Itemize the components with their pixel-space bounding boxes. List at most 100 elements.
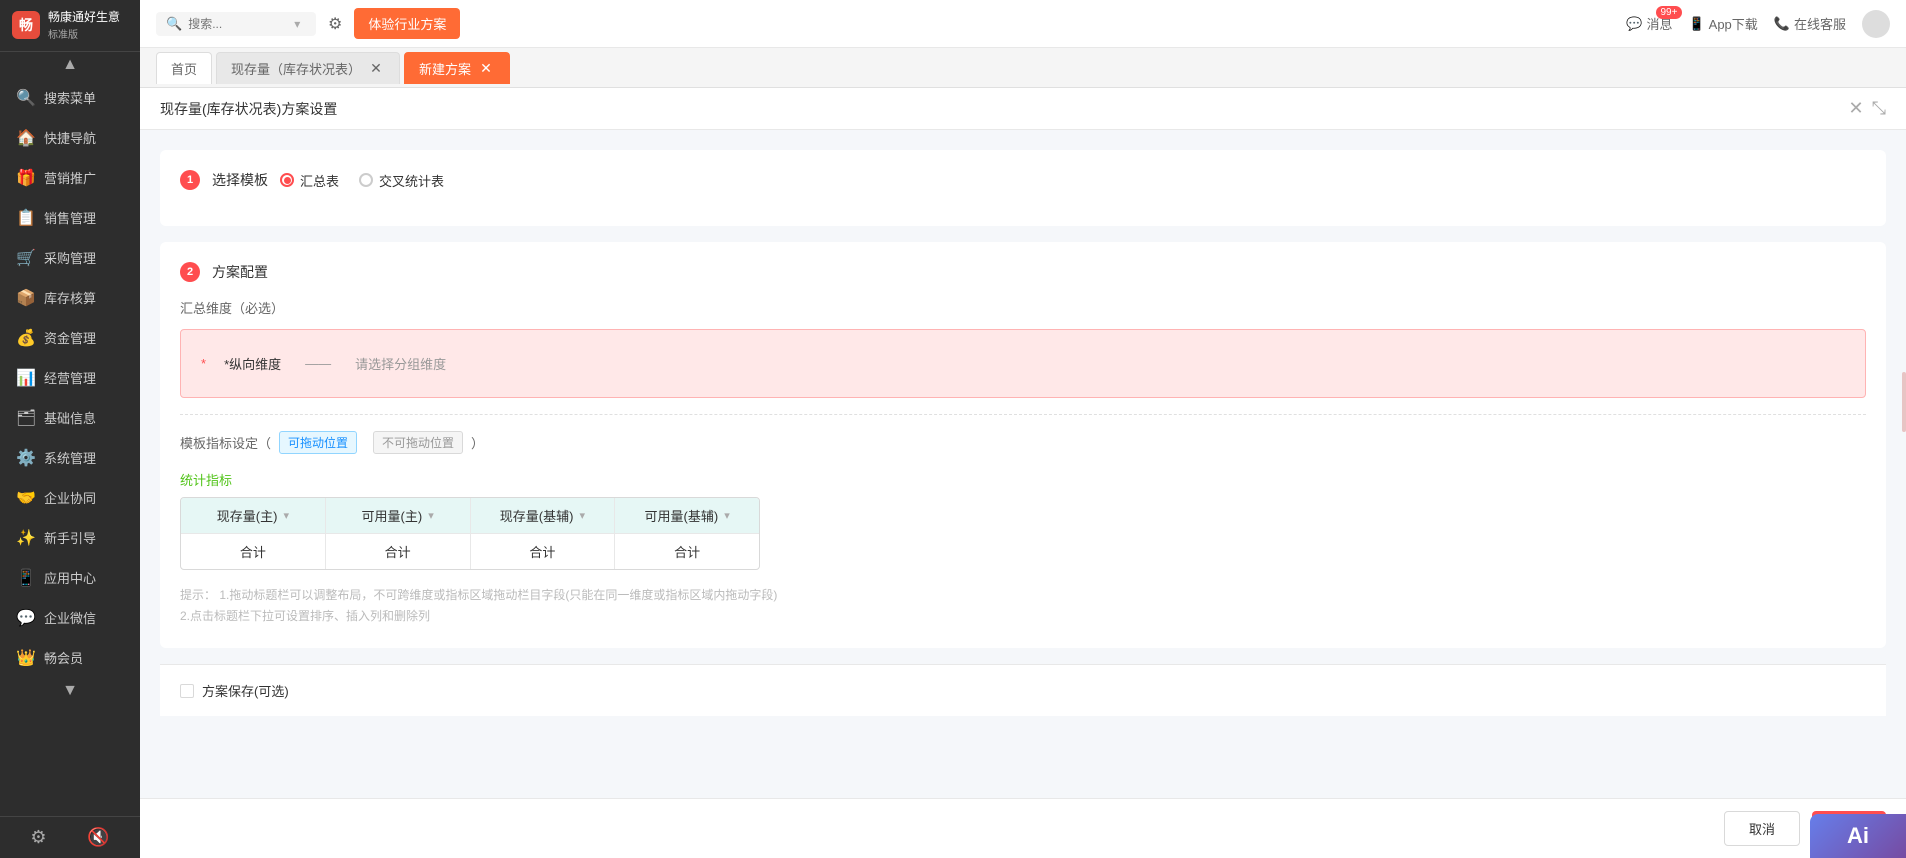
sidebar-item-label: 销售管理 <box>44 208 96 227</box>
radio-summary-label: 汇总表 <box>300 171 339 190</box>
sidebar-item-newbie[interactable]: ✨ 新手引导 <box>0 518 140 558</box>
required-star: * <box>201 356 206 371</box>
stats-table: 现存量(主) ▾ 可用量(主) ▾ 现存量(基辅) ▾ <box>180 497 760 570</box>
cancel-button[interactable]: 取消 <box>1724 811 1800 846</box>
stats-label: 统计指标 <box>180 470 1866 489</box>
user-avatar[interactable] <box>1862 10 1890 38</box>
settings-icon[interactable]: ⚙ <box>328 14 342 34</box>
stats-col-1-label: 现存量(主) <box>217 506 278 525</box>
sidebar-item-label: 企业协同 <box>44 488 96 507</box>
audio-bottom-icon[interactable]: 🔇 <box>87 827 109 848</box>
step1-label: 选择模板 <box>212 170 268 190</box>
page-header: 现存量(库存状况表)方案设置 ✕ ⤡ <box>140 88 1906 130</box>
close-page-button[interactable]: ✕ <box>1849 98 1864 119</box>
chevron-down-icon[interactable]: ▾ <box>294 17 300 31</box>
message-button[interactable]: 💬 消息 99+ <box>1626 14 1672 33</box>
expand-page-button[interactable]: ⤡ <box>1872 98 1886 119</box>
search-icon: 🔍 <box>16 88 36 108</box>
save-scheme-label: 方案保存(可选) <box>202 681 289 700</box>
radio-summary[interactable]: 汇总表 <box>280 171 339 190</box>
save-scheme-row: 方案保存(可选) <box>160 664 1886 716</box>
sidebar-item-label: 资金管理 <box>44 328 96 347</box>
sidebar-item-wechat[interactable]: 💬 企业微信 <box>0 598 140 638</box>
stats-col-3-header[interactable]: 现存量(基辅) ▾ <box>471 498 616 533</box>
online-service-label: 在线客服 <box>1794 14 1846 33</box>
sidebar-item-marketing[interactable]: 🎁 营销推广 <box>0 158 140 198</box>
chevron-down-icon-4[interactable]: ▾ <box>724 509 730 522</box>
main-area: 🔍 ▾ ⚙ 体验行业方案 💬 消息 99+ 📱 App下载 📞 在线客服 <box>140 0 1906 858</box>
management-icon: 📊 <box>16 368 36 388</box>
radio-cross-circle <box>359 173 373 187</box>
app-name: 畅康通好生意 <box>48 10 120 26</box>
cooperation-icon: 🤝 <box>16 488 36 508</box>
chevron-down-icon-2[interactable]: ▾ <box>428 509 434 522</box>
sidebar-item-label: 搜索菜单 <box>44 88 96 107</box>
tab-new-scheme-close[interactable]: ✕ <box>477 59 495 77</box>
indicator-settings: 模板指标设定（ 可拖动位置 不可拖动位置 ） <box>180 431 1866 454</box>
chevron-down-icon-1[interactable]: ▾ <box>283 509 289 522</box>
chevron-down-icon-3[interactable]: ▾ <box>579 509 585 522</box>
tab-home-label: 首页 <box>171 59 197 78</box>
ai-badge-label: Ai <box>1847 823 1869 849</box>
sidebar-item-cooperation[interactable]: 🤝 企业协同 <box>0 478 140 518</box>
topbar-right: 💬 消息 99+ 📱 App下载 📞 在线客服 <box>1626 10 1890 38</box>
sidebar-item-label: 基础信息 <box>44 408 96 427</box>
non-draggable-tag: 不可拖动位置 <box>373 431 463 454</box>
sidebar-item-sales[interactable]: 📋 销售管理 <box>0 198 140 238</box>
finance-icon: 💰 <box>16 328 36 348</box>
search-input[interactable] <box>188 17 288 31</box>
wechat-icon: 💬 <box>16 608 36 628</box>
sidebar-scroll-up[interactable]: ▲ <box>0 52 140 78</box>
stats-col-2-header[interactable]: 可用量(主) ▾ <box>326 498 471 533</box>
app-download-button[interactable]: 📱 App下载 <box>1688 14 1757 33</box>
stats-col-4-header[interactable]: 可用量(基辅) ▾ <box>615 498 759 533</box>
template-radio-group: 汇总表 交叉统计表 <box>280 171 444 190</box>
topbar: 🔍 ▾ ⚙ 体验行业方案 💬 消息 99+ 📱 App下载 📞 在线客服 <box>140 0 1906 48</box>
basic-icon: 🗂 <box>16 408 36 428</box>
stats-col-4-value: 合计 <box>615 534 759 569</box>
gift-icon: 🎁 <box>16 168 36 188</box>
sidebar: 畅 畅康通好生意 标准版 ▲ 🔍 搜索菜单 🏠 快捷导航 🎁 营销推广 📋 销售… <box>0 0 140 858</box>
sidebar-logo: 畅 畅康通好生意 标准版 <box>0 0 140 52</box>
tab-home[interactable]: 首页 <box>156 52 212 84</box>
sidebar-item-label: 企业微信 <box>44 608 96 627</box>
trial-button[interactable]: 体验行业方案 <box>354 8 460 39</box>
stats-col-1-header[interactable]: 现存量(主) ▾ <box>181 498 326 533</box>
sidebar-item-finance[interactable]: 💰 资金管理 <box>0 318 140 358</box>
stats-col-3-label: 现存量(基辅) <box>500 506 574 525</box>
radio-cross[interactable]: 交叉统计表 <box>359 171 444 190</box>
sidebar-item-member[interactable]: 👑 畅会员 <box>0 638 140 678</box>
sidebar-item-management[interactable]: 📊 经营管理 <box>0 358 140 398</box>
sidebar-item-inventory[interactable]: 📦 库存核算 <box>0 278 140 318</box>
settings-bottom-icon[interactable]: ⚙ <box>30 827 46 848</box>
tip-1: 提示： 1.拖动标题栏可以调整布局，不可跨维度或指标区域拖动栏目字段(只能在同一… <box>180 586 1866 603</box>
tab-inventory-status-label: 现存量（库存状况表） <box>231 59 361 78</box>
step1-badge: 1 <box>180 170 200 190</box>
tab-inventory-status-close[interactable]: ✕ <box>367 59 385 77</box>
sidebar-item-appstore[interactable]: 📱 应用中心 <box>0 558 140 598</box>
stats-col-2-label: 可用量(主) <box>362 506 423 525</box>
sidebar-scroll-down[interactable]: ▼ <box>0 678 140 704</box>
online-service-button[interactable]: 📞 在线客服 <box>1774 14 1846 33</box>
sidebar-item-shortcut[interactable]: 🏠 快捷导航 <box>0 118 140 158</box>
sidebar-item-purchase[interactable]: 🛒 采购管理 <box>0 238 140 278</box>
page-header-buttons: ✕ ⤡ <box>1849 98 1887 119</box>
sidebar-item-label: 营销推广 <box>44 168 96 187</box>
save-scheme-checkbox[interactable] <box>180 684 194 698</box>
sidebar-bottom: ⚙ 🔇 <box>0 816 140 858</box>
step1-row: 1 选择模板 汇总表 交叉统计表 <box>180 170 1866 190</box>
footer-bar: 取消 查询 <box>140 798 1906 858</box>
sidebar-item-search[interactable]: 🔍 搜索菜单 <box>0 78 140 118</box>
stats-col-3-value: 合计 <box>471 534 616 569</box>
ai-badge[interactable]: Ai <box>1810 814 1906 858</box>
sidebar-item-label: 经营管理 <box>44 368 96 387</box>
service-icon: 📞 <box>1774 16 1790 32</box>
tab-new-scheme[interactable]: 新建方案 ✕ <box>404 52 510 84</box>
dimension-area[interactable]: * *纵向维度 —— 请选择分组维度 <box>180 329 1866 398</box>
step2-label: 方案配置 <box>212 262 268 282</box>
sidebar-item-basic[interactable]: 🗂 基础信息 <box>0 398 140 438</box>
tab-inventory-status[interactable]: 现存量（库存状况表） ✕ <box>216 52 400 84</box>
newbie-icon: ✨ <box>16 528 36 548</box>
sidebar-item-system[interactable]: ⚙️ 系统管理 <box>0 438 140 478</box>
tabbar: 首页 现存量（库存状况表） ✕ 新建方案 ✕ <box>140 48 1906 88</box>
